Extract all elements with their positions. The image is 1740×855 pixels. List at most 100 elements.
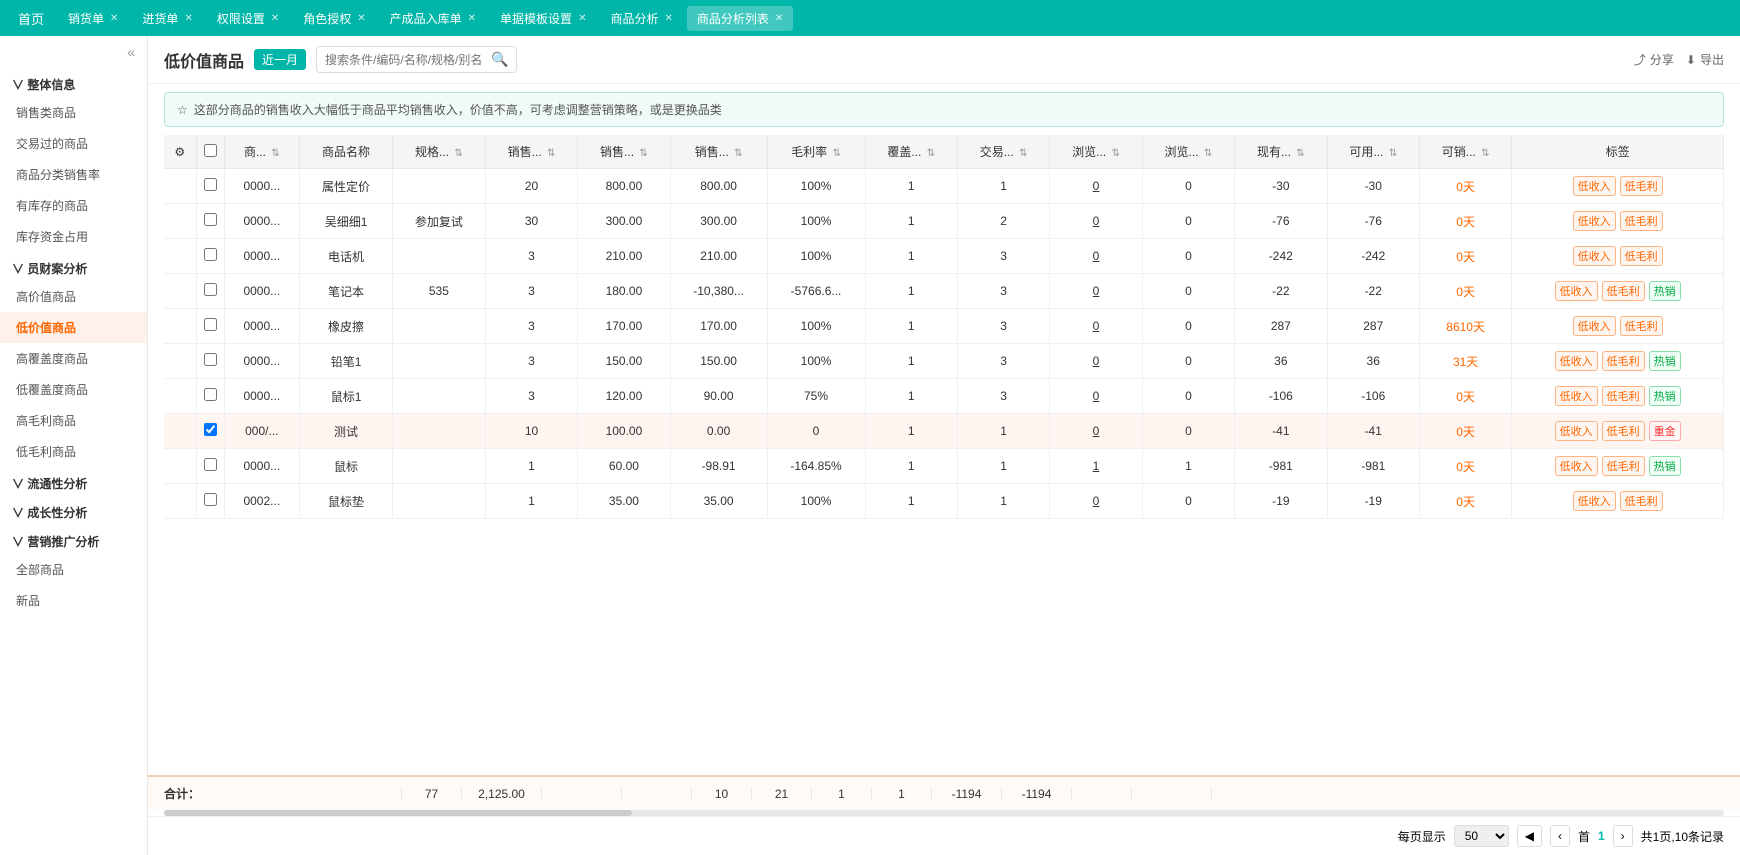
browse1-value[interactable]: 0 (1093, 319, 1100, 333)
td-browse1[interactable]: 0 (1050, 414, 1142, 449)
row-checkbox-6[interactable] (204, 353, 217, 366)
sidebar-item-high-coverage[interactable]: 高覆盖度商品 (0, 343, 147, 374)
nav-role-auth[interactable]: 角色授权 ✕ (293, 6, 375, 31)
td-browse1[interactable]: 0 (1050, 484, 1142, 519)
td-checkbox[interactable] (196, 239, 224, 274)
sidebar-item-new-products[interactable]: 新品 (0, 585, 147, 616)
sidebar-group-liquidity[interactable]: ∨ 流通性分析 (0, 467, 147, 496)
td-stock: -76 (1235, 204, 1327, 239)
nav-close-product-inbound[interactable]: ✕ (468, 13, 476, 24)
sidebar-item-traded-products[interactable]: 交易过的商品 (0, 128, 147, 159)
nav-close-permission[interactable]: ✕ (271, 13, 279, 24)
tag-label: 低毛利 (1620, 491, 1663, 511)
td-checkbox[interactable] (196, 484, 224, 519)
td-browse1[interactable]: 0 (1050, 239, 1142, 274)
sidebar-item-category-sales[interactable]: 商品分类销售率 (0, 159, 147, 190)
saleable-days: 0天 (1456, 250, 1475, 264)
browse1-value[interactable]: 1 (1093, 459, 1100, 473)
browse1-value[interactable]: 0 (1093, 214, 1100, 228)
sidebar-group-marketing[interactable]: ∨ 营销推广分析 (0, 525, 147, 554)
search-icon[interactable]: 🔍 (491, 51, 508, 68)
nav-close-product-analysis-list[interactable]: ✕ (775, 13, 783, 24)
sidebar-item-low-margin[interactable]: 低毛利商品 (0, 436, 147, 467)
share-btn[interactable]: ⤴ 分享 (1634, 51, 1674, 68)
td-checkbox[interactable] (196, 379, 224, 414)
browse1-value[interactable]: 0 (1093, 179, 1100, 193)
main-layout: « ∨ 整体信息 销售类商品 交易过的商品 商品分类销售率 有库存的商品 库存资… (0, 36, 1740, 855)
row-checkbox-3[interactable] (204, 248, 217, 261)
nav-template-settings[interactable]: 单据模板设置 ✕ (490, 6, 596, 31)
nav-close-template[interactable]: ✕ (578, 13, 586, 24)
first-page-btn[interactable]: ◀ (1517, 825, 1542, 847)
browse1-value[interactable]: 0 (1093, 494, 1100, 508)
saleable-days: 0天 (1456, 390, 1475, 404)
td-browse1[interactable]: 0 (1050, 379, 1142, 414)
sidebar-group-growth[interactable]: ∨ 成长性分析 (0, 496, 147, 525)
td-browse1[interactable]: 0 (1050, 169, 1142, 204)
td-checkbox[interactable] (196, 414, 224, 449)
sidebar-item-low-coverage[interactable]: 低覆盖度商品 (0, 374, 147, 405)
browse1-value[interactable]: 0 (1093, 354, 1100, 368)
td-browse1[interactable]: 0 (1050, 309, 1142, 344)
th-checkbox[interactable] (196, 135, 224, 169)
time-tag-btn[interactable]: 近一月 (254, 49, 306, 70)
td-checkbox[interactable] (196, 169, 224, 204)
td-stock: -41 (1235, 414, 1327, 449)
row-checkbox-2[interactable] (204, 213, 217, 226)
select-all-checkbox[interactable] (204, 144, 217, 157)
sidebar-group-overall[interactable]: ∨ 整体信息 (0, 68, 147, 97)
sidebar-item-high-value[interactable]: 高价值商品 (0, 281, 147, 312)
browse1-value[interactable]: 0 (1093, 389, 1100, 403)
nav-purchase-order[interactable]: 进货单 ✕ (132, 6, 202, 31)
sidebar-item-sales-products[interactable]: 销售类商品 (0, 97, 147, 128)
browse1-value[interactable]: 0 (1093, 424, 1100, 438)
row-checkbox-1[interactable] (204, 178, 217, 191)
td-browse1[interactable]: 0 (1050, 274, 1142, 309)
sidebar-item-stocked-products[interactable]: 有库存的商品 (0, 190, 147, 221)
sidebar-collapse-btn[interactable]: « (123, 42, 139, 62)
td-checkbox[interactable] (196, 274, 224, 309)
td-spec (392, 169, 485, 204)
next-page-btn[interactable]: › (1613, 825, 1633, 847)
td-checkbox[interactable] (196, 449, 224, 484)
td-checkbox[interactable] (196, 344, 224, 379)
main-content: 低价值商品 近一月 🔍 ⤴ 分享 ⬇ 导出 ☆ 这部分商品的销售收入大幅低于商品… (148, 36, 1740, 855)
td-browse2: 0 (1142, 169, 1234, 204)
nav-product-analysis-list[interactable]: 商品分析列表 ✕ (687, 6, 793, 31)
row-checkbox-8[interactable] (204, 423, 217, 436)
browse1-value[interactable]: 0 (1093, 249, 1100, 263)
nav-permission-settings[interactable]: 权限设置 ✕ (207, 6, 289, 31)
row-checkbox-9[interactable] (204, 458, 217, 471)
sidebar-group-financial[interactable]: ∨ 员财案分析 (0, 252, 147, 281)
nav-close-sales-order[interactable]: ✕ (110, 13, 118, 24)
prev-page-btn[interactable]: ‹ (1550, 825, 1570, 847)
export-btn[interactable]: ⬇ 导出 (1686, 51, 1724, 68)
sidebar-item-high-margin[interactable]: 高毛利商品 (0, 405, 147, 436)
td-browse1[interactable]: 0 (1050, 204, 1142, 239)
browse1-value[interactable]: 0 (1093, 284, 1100, 298)
row-checkbox-4[interactable] (204, 283, 217, 296)
nav-close-role-auth[interactable]: ✕ (357, 13, 365, 24)
td-browse1[interactable]: 1 (1050, 449, 1142, 484)
td-browse1[interactable]: 0 (1050, 344, 1142, 379)
td-code: 0000... (224, 169, 300, 204)
sidebar-item-inventory-capital[interactable]: 库存资金占用 (0, 221, 147, 252)
search-input[interactable] (325, 53, 485, 67)
sidebar-item-low-value[interactable]: 低价值商品 (0, 312, 147, 343)
td-available: -106 (1327, 379, 1419, 414)
row-checkbox-10[interactable] (204, 493, 217, 506)
td-checkbox[interactable] (196, 309, 224, 344)
nav-close-product-analysis[interactable]: ✕ (664, 13, 672, 24)
row-checkbox-5[interactable] (204, 318, 217, 331)
nav-home[interactable]: 首页 (8, 5, 54, 32)
row-checkbox-7[interactable] (204, 388, 217, 401)
th-gear[interactable]: ⚙ (164, 135, 196, 169)
nav-sales-order[interactable]: 销货单 ✕ (58, 6, 128, 31)
sidebar-item-all-products[interactable]: 全部商品 (0, 554, 147, 585)
nav-close-purchase-order[interactable]: ✕ (184, 13, 192, 24)
td-browse2: 0 (1142, 344, 1234, 379)
per-page-select[interactable]: 50 20 100 (1454, 825, 1509, 847)
nav-product-analysis[interactable]: 商品分析 ✕ (600, 6, 682, 31)
td-checkbox[interactable] (196, 204, 224, 239)
nav-product-inbound[interactable]: 产成品入库单 ✕ (380, 6, 486, 31)
